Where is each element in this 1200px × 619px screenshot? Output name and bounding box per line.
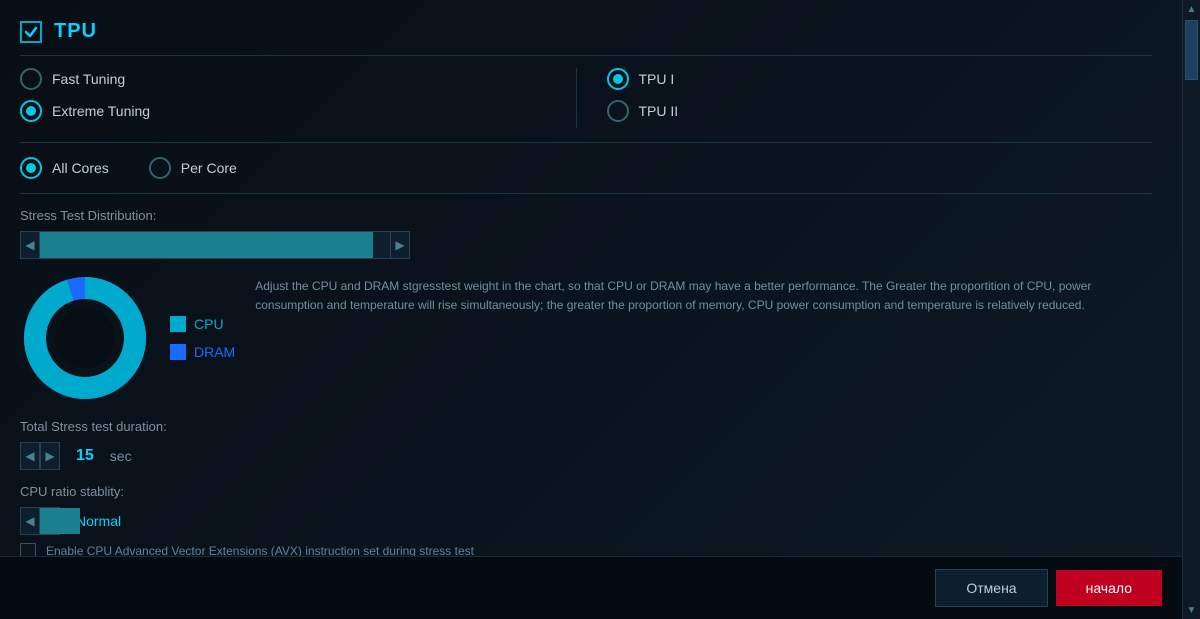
fast-tuning-option[interactable]: Fast Tuning [20,68,566,90]
extreme-tuning-radio[interactable] [20,100,42,122]
tpu-ii-radio[interactable] [607,100,629,122]
tpu-header: TPU [20,10,1152,56]
scrollbar-track[interactable] [1183,18,1200,601]
cpu-legend-box [170,316,186,332]
scrollbar-up-arrow[interactable]: ▲ [1183,0,1200,18]
stress-slider-track[interactable] [40,231,390,259]
duration-slider-container: ◀ ▶ [20,442,60,470]
content-area: TPU Fast Tuning Extreme Tuning [0,0,1182,556]
enable-avx-row: Enable CPU Advanced Vector Extensions (A… [20,543,1152,556]
tpu-i-label: TPU I [639,71,675,87]
stress-test-label: Stress Test Distribution: [20,208,1152,223]
tpu-ii-label: TPU II [639,103,679,119]
cpu-legend-label: CPU [194,316,224,332]
dram-legend-label: DRAM [194,344,235,360]
stress-slider-container: ◀ ▶ [20,231,410,259]
duration-slider-left-arrow[interactable]: ◀ [20,442,40,470]
cpu-ratio-slider-fill [40,508,80,534]
tpu-i-radio-dot [613,74,623,84]
extreme-tuning-radio-dot [26,106,36,116]
dram-legend-item: DRAM [170,344,235,360]
per-core-radio[interactable] [149,157,171,179]
duration-section: Total Stress test duration: ◀ ▶ 15 sec [20,419,1152,470]
dram-legend-box [170,344,186,360]
per-core-label: Per Core [181,160,237,176]
cpu-legend-item: CPU [170,316,235,332]
tuning-col-right: TPU I TPU II [587,68,1153,122]
per-core-option[interactable]: Per Core [149,157,237,179]
cpu-ratio-label: CPU ratio stablity: [20,484,1152,499]
extreme-tuning-option[interactable]: Extreme Tuning [20,100,566,122]
scrollbar[interactable]: ▲ ▼ [1182,0,1200,619]
chart-legend: CPU DRAM [170,316,235,360]
tuning-options-row: Fast Tuning Extreme Tuning TPU I [20,68,1152,143]
all-cores-radio-dot [26,163,36,173]
cpu-ratio-row: ◀ ▶ Normal [20,507,1152,535]
tpu-title: TPU [54,20,97,43]
footer: Отмена начало [0,556,1182,619]
start-button[interactable]: начало [1056,570,1162,606]
vertical-separator [576,68,577,128]
main-window: TPU Fast Tuning Extreme Tuning [0,0,1200,619]
duration-value: 15 [76,447,94,465]
donut-chart [20,273,150,403]
scrollbar-thumb[interactable] [1185,20,1198,80]
tpu-ii-option[interactable]: TPU II [607,100,1153,122]
extreme-tuning-label: Extreme Tuning [52,103,150,119]
avx-checkbox[interactable] [20,543,36,556]
avx-label: Enable CPU Advanced Vector Extensions (A… [46,544,474,556]
all-cores-option[interactable]: All Cores [20,157,109,179]
fast-tuning-label: Fast Tuning [52,71,125,87]
fast-tuning-radio[interactable] [20,68,42,90]
stress-slider-right-arrow[interactable]: ▶ [390,231,410,259]
duration-unit: sec [110,448,132,464]
tpu-i-radio[interactable] [607,68,629,90]
stress-test-section: Stress Test Distribution: ◀ ▶ [20,208,1152,403]
duration-label: Total Stress test duration: [20,419,1152,434]
stress-slider-fill [40,232,373,258]
cpu-ratio-section: CPU ratio stablity: ◀ ▶ Normal [20,484,1152,535]
duration-row: ◀ ▶ 15 sec [20,442,1152,470]
stress-test-description: Adjust the CPU and DRAM stgresstest weig… [255,273,1152,403]
all-cores-radio[interactable] [20,157,42,179]
tpu-i-option[interactable]: TPU I [607,68,1153,90]
chart-area: CPU DRAM [20,273,235,403]
duration-slider-right-arrow[interactable]: ▶ [40,442,60,470]
cpu-ratio-value: Normal [76,513,121,529]
cpu-ratio-slider-container: ◀ ▶ [20,507,60,535]
stress-slider-left-arrow[interactable]: ◀ [20,231,40,259]
cpu-ratio-slider-left-arrow[interactable]: ◀ [20,507,40,535]
chart-desc-area: CPU DRAM Adjust the CPU and DRAM stgress… [20,273,1152,403]
cores-row: All Cores Per Core [20,157,1152,194]
cancel-button[interactable]: Отмена [935,569,1047,607]
all-cores-label: All Cores [52,160,109,176]
scrollbar-down-arrow[interactable]: ▼ [1183,601,1200,619]
tuning-col-left: Fast Tuning Extreme Tuning [20,68,566,122]
tpu-checkbox[interactable] [20,21,42,43]
